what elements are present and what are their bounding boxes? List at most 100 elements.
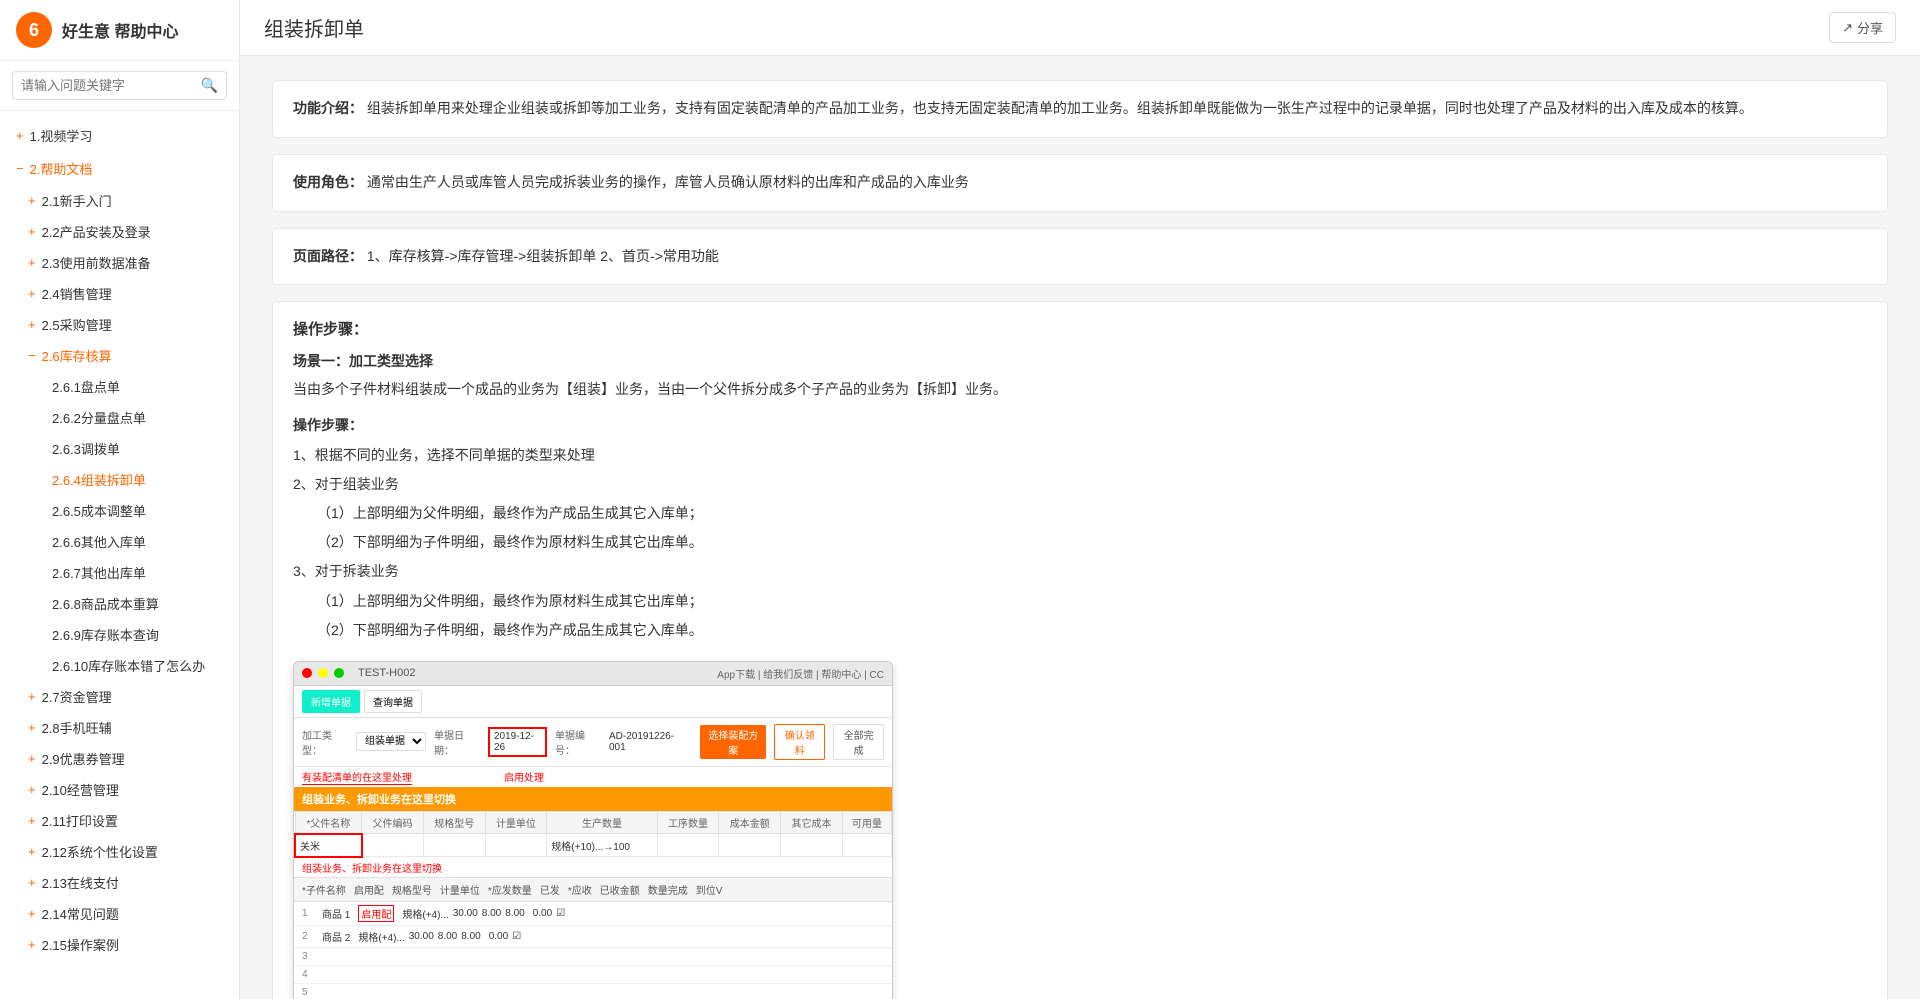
minus-icon-26: − bbox=[28, 348, 36, 363]
nav-item-25[interactable]: + 2.5采购管理 bbox=[12, 309, 239, 340]
screenshot-area: TEST-H002 App下载 | 给我们反馈 | 帮助中心 | CC 新增单据… bbox=[293, 661, 1867, 999]
steps-list: 1、根据不同的业务，选择不同单据的类型来处理 2、对于组装业务 （1）上部明细为… bbox=[293, 441, 1867, 645]
share-icon: ↗ bbox=[1842, 20, 1853, 36]
nav-item-215[interactable]: + 2.15操作案例 bbox=[12, 929, 239, 960]
ann-row2: 组装业务、拆卸业务在这里切换 bbox=[294, 858, 892, 877]
mock-tab-query[interactable]: 查询单据 bbox=[364, 690, 422, 713]
logo-text: 好生意 帮助中心 bbox=[62, 18, 178, 42]
plus-icon-213: + bbox=[28, 875, 36, 890]
step-2-2: （2）下部明细为子件明细，最终作为原材料生成其它出库单。 bbox=[293, 528, 1867, 557]
nav-item-214[interactable]: + 2.14常见问题 bbox=[12, 898, 239, 929]
annotations-row: 有装配清单的在这里处理 启用处理 bbox=[294, 767, 892, 787]
nav-leaf-2610[interactable]: 2.6.10库存账本错了怎么办 bbox=[12, 650, 239, 681]
nav-tree: + 1.视频学习 − 2.帮助文档 + 2.1新手入门 + 2.2产品安装及登录 bbox=[0, 111, 239, 999]
nav-group-videos: + 1.视频学习 bbox=[0, 119, 239, 152]
role-card: 使用角色： 通常由生产人员或库管人员完成拆装业务的操作，库管人员确认原材料的出库… bbox=[272, 154, 1888, 212]
mock-process-type[interactable]: 组装单据 拆卸单据 bbox=[356, 732, 426, 751]
nav-item-27[interactable]: + 2.7资金管理 bbox=[12, 681, 239, 712]
plus-icon-28: + bbox=[28, 720, 36, 735]
nav-group-docs-title[interactable]: − 2.帮助文档 bbox=[0, 152, 239, 185]
mock-tab-new[interactable]: 新增单据 bbox=[302, 690, 360, 713]
mock-order-no: AD-20191226-001 bbox=[609, 731, 684, 753]
nav-leaf-264[interactable]: 2.6.4组装拆卸单 bbox=[12, 464, 239, 495]
nav-item-29[interactable]: + 2.9优惠券管理 bbox=[12, 743, 239, 774]
search-box[interactable]: 🔍 bbox=[12, 71, 227, 100]
mock-app: TEST-H002 App下载 | 给我们反馈 | 帮助中心 | CC 新增单据… bbox=[293, 661, 893, 999]
plus-icon-212: + bbox=[28, 844, 36, 859]
plus-icon-29: + bbox=[28, 751, 36, 766]
mock-save-btn[interactable]: 全部完成 bbox=[833, 724, 884, 760]
search-icon[interactable]: 🔍 bbox=[201, 77, 218, 94]
share-button[interactable]: ↗ 分享 bbox=[1829, 12, 1896, 43]
table-row: 1 商品 1 启用配 規格(+4)... 30.00 8.00 8.00 0.0… bbox=[294, 902, 892, 926]
nav-group-docs-label: 2.帮助文档 bbox=[30, 159, 93, 178]
mock-form-row: 加工类型： 组装单据 拆卸单据 单据日期： 2019-12-26 单据编号： A… bbox=[294, 718, 892, 767]
role-text: 通常由生产人员或库管人员完成拆装业务的操作，库管人员确认原材料的出库和产成品的入… bbox=[367, 174, 969, 190]
step-3-2: （2）下部明细为子件明细，最终作为产成品生成其它入库单。 bbox=[293, 616, 1867, 645]
intro-label: 功能介绍： bbox=[293, 100, 363, 116]
plus-icon-215: + bbox=[28, 937, 36, 952]
ops-section: 操作步骤： 场景一：加工类型选择 当由多个子件材料组装成一个成品的业务为【组装】… bbox=[272, 301, 1888, 999]
nav-leaf-262[interactable]: 2.6.2分量盘点单 bbox=[12, 402, 239, 433]
nav-item-21[interactable]: + 2.1新手入门 bbox=[12, 185, 239, 216]
path-label: 页面路径： bbox=[293, 248, 363, 264]
ann-text-2: 组装业务、拆卸业务在这里切换 bbox=[302, 864, 442, 875]
table-row: 3 bbox=[294, 948, 892, 966]
mock-confirm-btn[interactable]: 确认领料 bbox=[774, 724, 825, 760]
search-input[interactable] bbox=[21, 78, 201, 93]
logo-area: 6 好生意 帮助中心 bbox=[0, 0, 239, 61]
nav-item-211[interactable]: + 2.11打印设置 bbox=[12, 805, 239, 836]
nav-item-22[interactable]: + 2.2产品安装及登录 bbox=[12, 216, 239, 247]
nav-leaf-263[interactable]: 2.6.3调拨单 bbox=[12, 433, 239, 464]
main: 组装拆卸单 ↗ 分享 功能介绍： 组装拆卸单用来处理企业组装或拆卸等加工业务，支… bbox=[240, 0, 1920, 999]
path-text: 1、库存核算->库存管理->组装拆卸单 2、首页->常用功能 bbox=[367, 248, 719, 264]
nav-leaf-261[interactable]: 2.6.1盘点单 bbox=[12, 371, 239, 402]
mock-bottom-table-header: *子件名称 启用配 规格型号 计量单位 *应发数量 已发 *应收 已收金额 数量… bbox=[294, 877, 892, 902]
nav-group-videos-label: 1.视频学习 bbox=[30, 126, 93, 145]
nav-item-210[interactable]: + 2.10经营管理 bbox=[12, 774, 239, 805]
mock-date: 2019-12-26 bbox=[488, 727, 547, 757]
mock-top-table: *父件名称 父件编码 规格型号 计量单位 生产数量 工序数量 成本金额 其它成本… bbox=[294, 811, 892, 858]
search-area: 🔍 bbox=[0, 61, 239, 111]
sidebar: 6 好生意 帮助中心 🔍 + 1.视频学习 − 2.帮助文档 bbox=[0, 0, 240, 999]
nav-item-213[interactable]: + 2.13在线支付 bbox=[12, 867, 239, 898]
scene1-title: 场景一：加工类型选择 bbox=[293, 351, 1867, 371]
nav-leaf-266[interactable]: 2.6.6其他入库单 bbox=[12, 526, 239, 557]
step-2: 2、对于组装业务 bbox=[293, 470, 1867, 499]
content-area: 功能介绍： 组装拆卸单用来处理企业组装或拆卸等加工业务，支持有固定装配清单的产品… bbox=[240, 56, 1920, 999]
ops-title: 操作步骤： bbox=[293, 318, 1867, 339]
mock-bottom-table: 1 商品 1 启用配 規格(+4)... 30.00 8.00 8.00 0.0… bbox=[294, 902, 892, 999]
intro-card: 功能介绍： 组装拆卸单用来处理企业组装或拆卸等加工业务，支持有固定装配清单的产品… bbox=[272, 80, 1888, 138]
table-row: 关米 规格(+10)...→100 bbox=[295, 834, 892, 857]
nav-leaf-267[interactable]: 2.6.7其他出库单 bbox=[12, 557, 239, 588]
nav-leaf-269[interactable]: 2.6.9库存账本查询 bbox=[12, 619, 239, 650]
highlight-span: 启用配 bbox=[358, 905, 394, 922]
nav-item-212[interactable]: + 2.12系统个性化设置 bbox=[12, 836, 239, 867]
nav-item-28[interactable]: + 2.8手机旺辅 bbox=[12, 712, 239, 743]
nav-subgroup-docs: + 2.1新手入门 + 2.2产品安装及登录 + 2.3使用前数据准备 + 2.… bbox=[0, 185, 239, 960]
role-label: 使用角色： bbox=[293, 174, 363, 190]
nav-group-docs: − 2.帮助文档 + 2.1新手入门 + 2.2产品安装及登录 + 2.3使用前… bbox=[0, 152, 239, 960]
plus-icon-24: + bbox=[28, 286, 36, 301]
step-3: 3、对于拆装业务 bbox=[293, 557, 1867, 586]
nav-group-videos-title[interactable]: + 1.视频学习 bbox=[0, 119, 239, 152]
nav-leaf-265[interactable]: 2.6.5成本调整单 bbox=[12, 495, 239, 526]
mock-select-plan-btn[interactable]: 选择装配方案 bbox=[700, 725, 766, 759]
nav-item-24[interactable]: + 2.4销售管理 bbox=[12, 278, 239, 309]
topbar: 组装拆卸单 ↗ 分享 bbox=[240, 0, 1920, 56]
nav-leaf-268[interactable]: 2.6.8商品成本重算 bbox=[12, 588, 239, 619]
mock-top-table-area: *父件名称 父件编码 规格型号 计量单位 生产数量 工序数量 成本金额 其它成本… bbox=[294, 811, 892, 858]
step-3-1: （1）上部明细为父件明细，最终作为原材料生成其它出库单； bbox=[293, 587, 1867, 616]
table-row: 2 商品 2 規格(+4)... 30.00 8.00 8.00 0.00 ☑ bbox=[294, 926, 892, 948]
scene1-desc: 当由多个子件材料组装成一个成品的业务为【组装】业务，当由一个父件拆分成多个子产品… bbox=[293, 377, 1867, 402]
table-row: 4 bbox=[294, 966, 892, 984]
plus-icon-210: + bbox=[28, 782, 36, 797]
table-row: 5 bbox=[294, 984, 892, 999]
nav-item-26[interactable]: − 2.6库存核算 bbox=[12, 340, 239, 371]
expand-icon: + bbox=[16, 128, 24, 143]
plus-icon-25: + bbox=[28, 317, 36, 332]
ann-text-3: 启用处理 bbox=[504, 769, 544, 785]
ops-steps-title: 操作步骤： bbox=[293, 415, 1867, 435]
path-card: 页面路径： 1、库存核算->库存管理->组装拆卸单 2、首页->常用功能 bbox=[272, 228, 1888, 286]
nav-item-23[interactable]: + 2.3使用前数据准备 bbox=[12, 247, 239, 278]
